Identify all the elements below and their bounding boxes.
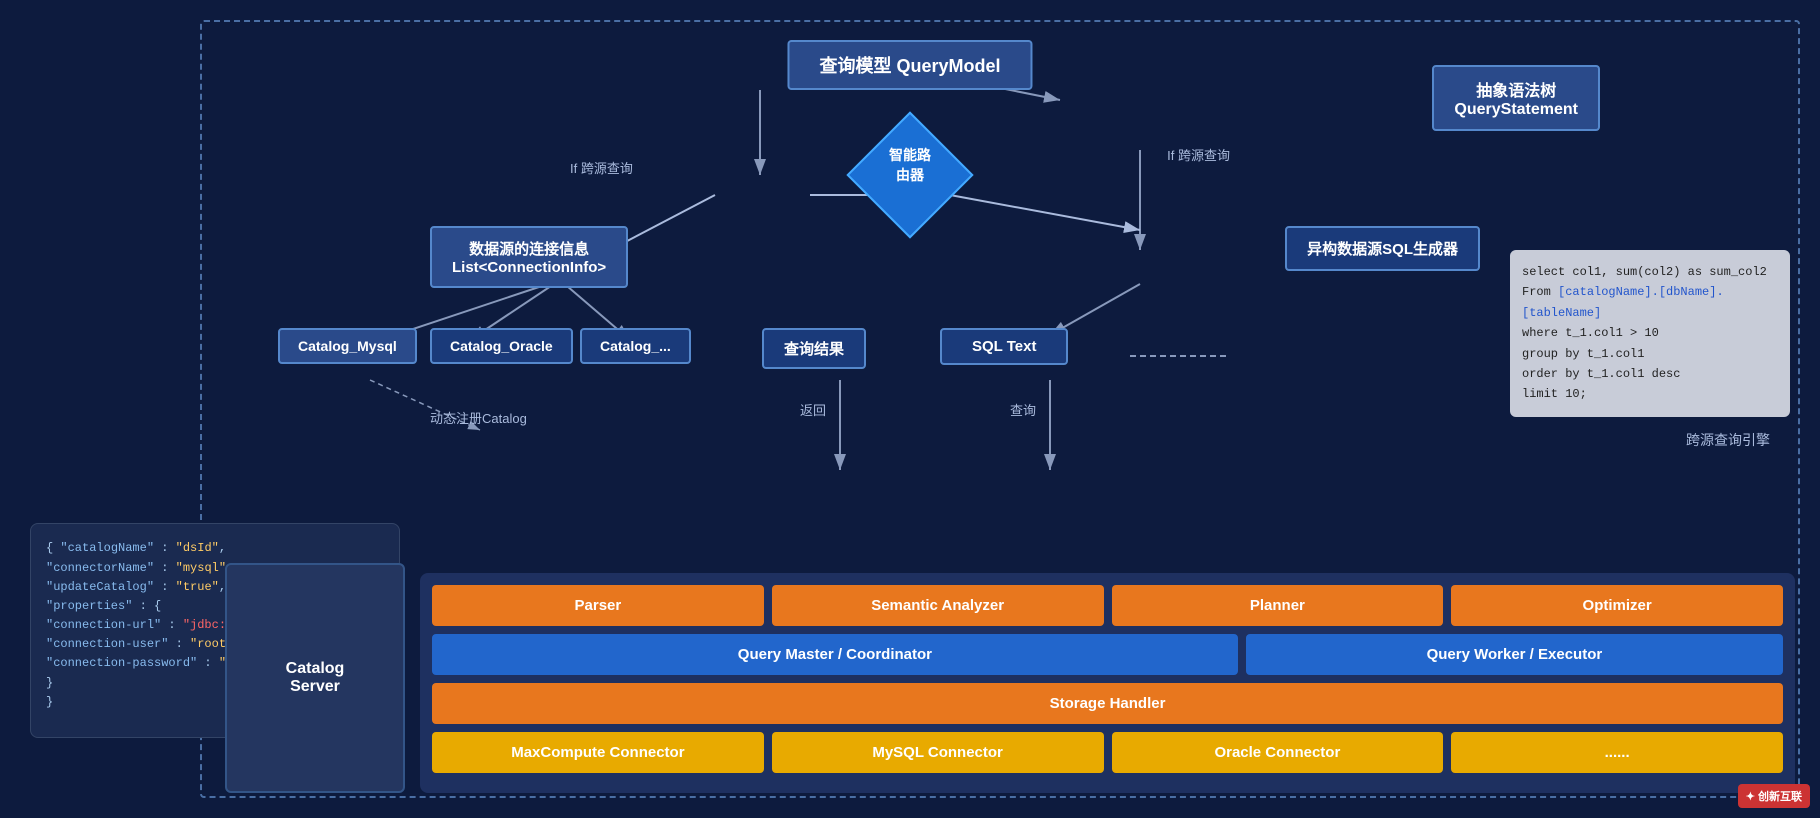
sql-line-3: where t_1.col1 > 10 — [1522, 323, 1778, 343]
query-master-box: Query Master / Coordinator — [432, 634, 1238, 675]
sql-text-box: SQL Text — [940, 328, 1068, 365]
engine-row-3: Storage Handler — [432, 683, 1783, 724]
sql-generator-box: 异构数据源SQL生成器 — [1285, 226, 1480, 271]
engine-row-2: Query Master / Coordinator Query Worker … — [432, 634, 1783, 675]
dots-connector-box: ...... — [1451, 732, 1783, 773]
query-model-box: 查询模型 QueryModel — [787, 40, 1032, 90]
sql-line-2: From [catalogName].[dbName].[tableName] — [1522, 282, 1778, 323]
logo-label: 创新互联 — [1758, 791, 1802, 803]
cross-source-label: 跨源查询引擎 — [1686, 430, 1770, 450]
sql-gen-label: 异构数据源SQL生成器 — [1307, 241, 1458, 258]
storage-handler-box: Storage Handler — [432, 683, 1783, 724]
sql-line-6: limit 10; — [1522, 384, 1778, 404]
label-dynamic-register: 动态注册Catalog — [430, 408, 527, 427]
sql-popup-box: select col1, sum(col2) as sum_col2 From … — [1510, 250, 1790, 417]
main-container: 查询模型 QueryModel 抽象语法树 QueryStatement 智能路… — [0, 0, 1820, 818]
catalog-dots-box: Catalog_... — [580, 328, 691, 364]
json-line-1: { "catalogName" : "dsId", — [46, 539, 384, 558]
label-if-cross-right: If 跨源查询 — [1167, 145, 1230, 164]
catalog-oracle-box: Catalog_Oracle — [430, 328, 573, 364]
sql-line-1: select col1, sum(col2) as sum_col2 — [1522, 262, 1778, 282]
connection-info-box: 数据源的连接信息 List<ConnectionInfo> — [430, 226, 628, 288]
query-statement-zh: 抽象语法树 — [1454, 77, 1578, 101]
query-worker-box: Query Worker / Executor — [1246, 634, 1783, 675]
catalog-server-box: Catalog Server — [225, 563, 405, 793]
engine-section: Parser Semantic Analyzer Planner Optimiz… — [420, 573, 1795, 793]
label-query: 查询 — [1010, 400, 1036, 419]
catalog-server-label1: Catalog — [286, 660, 345, 678]
oracle-connector-box: Oracle Connector — [1112, 732, 1444, 773]
query-statement-box: 抽象语法树 QueryStatement — [1432, 65, 1600, 131]
engine-row-4: MaxCompute Connector MySQL Connector Ora… — [432, 732, 1783, 773]
catalog-mysql-box: Catalog_Mysql — [278, 328, 417, 364]
query-result-box: 查询结果 — [762, 328, 866, 369]
label-if-cross-left: If 跨源查询 — [570, 158, 633, 177]
query-model-en: QueryModel — [896, 56, 1000, 76]
label-return: 返回 — [800, 400, 826, 419]
optimizer-box: Optimizer — [1451, 585, 1783, 626]
logo-icon: ✦ — [1746, 791, 1755, 803]
semantic-analyzer-box: Semantic Analyzer — [772, 585, 1104, 626]
mysql-connector-box: MySQL Connector — [772, 732, 1104, 773]
conn-info-en: List<ConnectionInfo> — [452, 259, 606, 276]
sql-line-4: group by t_1.col1 — [1522, 344, 1778, 364]
query-model-label: 查询模型 — [819, 56, 891, 76]
conn-info-zh: 数据源的连接信息 — [452, 238, 606, 259]
sql-line-5: order by t_1.col1 desc — [1522, 364, 1778, 384]
parser-box: Parser — [432, 585, 764, 626]
catalog-server-label2: Server — [286, 678, 345, 696]
maxcompute-box: MaxCompute Connector — [432, 732, 764, 773]
logo: ✦ 创新互联 — [1738, 784, 1810, 808]
planner-box: Planner — [1112, 585, 1444, 626]
query-statement-en: QueryStatement — [1454, 101, 1578, 119]
engine-row-1: Parser Semantic Analyzer Planner Optimiz… — [432, 585, 1783, 626]
